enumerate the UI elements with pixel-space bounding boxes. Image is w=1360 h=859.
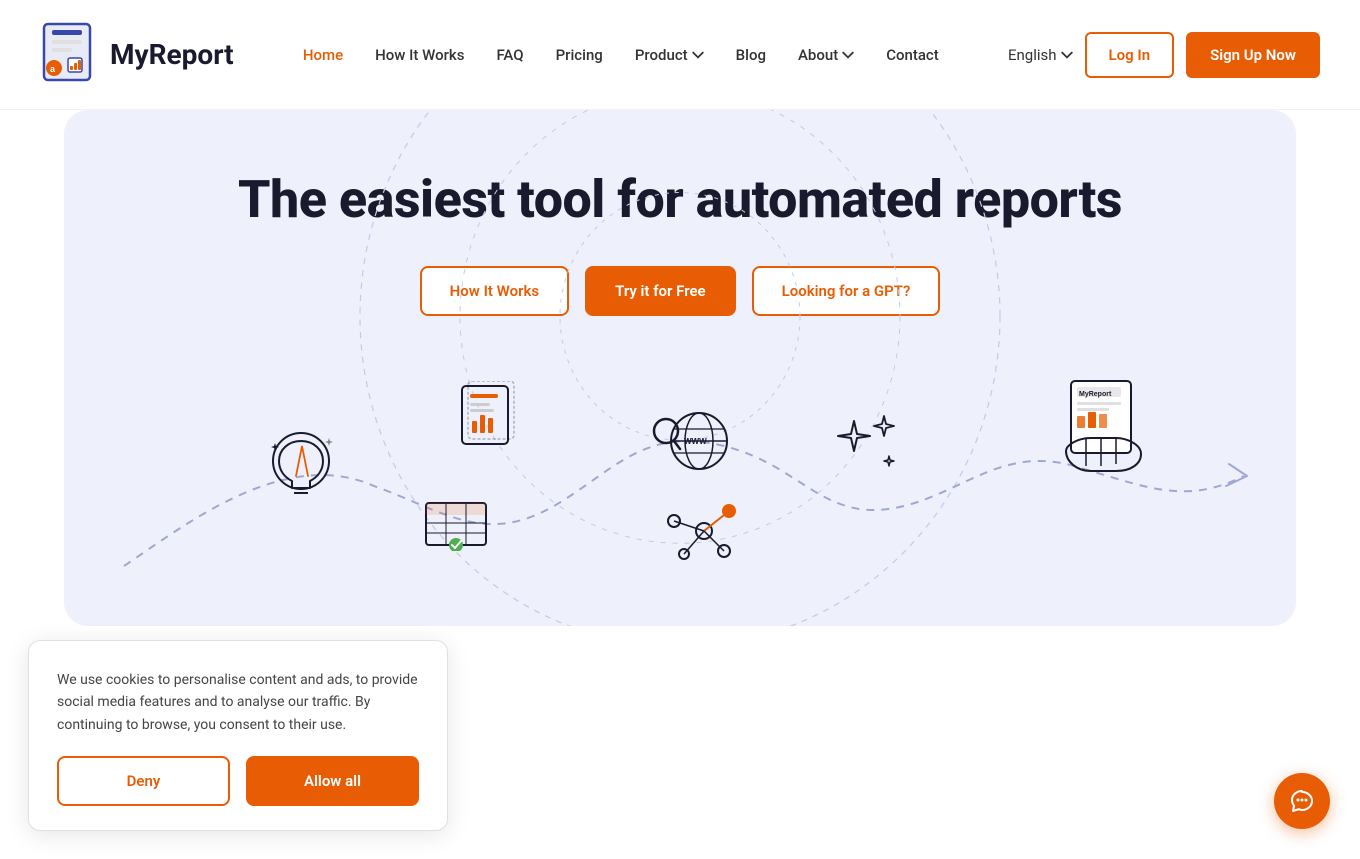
nav-product[interactable]: Product [635,46,704,64]
globe-search-icon: WWW [644,401,734,481]
cookie-banner: We use cookies to personalise content an… [28,640,448,831]
chat-icon [1289,788,1315,814]
nav-home[interactable]: Home [303,46,343,64]
nav-about[interactable]: About [798,46,854,64]
signup-button[interactable]: Sign Up Now [1186,32,1320,78]
network-icon [654,486,754,576]
logo-icon: a [40,22,100,87]
try-free-button[interactable]: Try it for Free [585,266,736,316]
cookie-deny-button[interactable]: Deny [57,756,230,806]
brand-name: MyReport [110,38,234,71]
document-chart-icon [454,381,519,456]
chat-button[interactable] [1274,773,1330,829]
cookie-text: We use cookies to personalise content an… [57,669,419,736]
lightbulb-icon [264,426,339,511]
svg-text:MyReport: MyReport [1079,391,1112,398]
language-chevron-icon [1061,51,1073,59]
login-button[interactable]: Log In [1085,32,1175,78]
logo-link[interactable]: a MyReport [40,22,234,87]
language-selector[interactable]: English [1008,46,1073,64]
nav-howitworks[interactable]: How It Works [375,46,464,64]
hero-illustrations: WWW [64,346,1296,626]
hero-buttons: How It Works Try it for Free Looking for… [420,266,941,316]
gpt-button[interactable]: Looking for a GPT? [752,266,941,316]
hero-section: The easiest tool for automated reports H… [64,110,1296,626]
hero-title: The easiest tool for automated reports [238,170,1122,230]
cookie-buttons: Deny Allow all [57,756,419,806]
nav-faq[interactable]: FAQ [496,46,523,64]
product-chevron-icon [692,49,704,61]
nav-links: Home How It Works FAQ Pricing Product Bl… [303,45,939,64]
cookie-allow-button[interactable]: Allow all [246,756,419,806]
sparkles-icon [824,406,904,486]
svg-text:WWW: WWW [684,437,707,446]
how-it-works-button[interactable]: How It Works [420,266,569,316]
nav-contact[interactable]: Contact [886,46,939,64]
spreadsheet-icon [424,501,489,551]
nav-pricing[interactable]: Pricing [556,46,603,64]
myreport-doc-icon: MyReport [1051,376,1156,476]
nav-blog[interactable]: Blog [736,46,766,64]
navbar: a MyReport Home How It Works FAQ Pricing… [0,0,1360,110]
about-chevron-icon [842,49,854,61]
nav-right: English Log In Sign Up Now [1008,32,1320,78]
